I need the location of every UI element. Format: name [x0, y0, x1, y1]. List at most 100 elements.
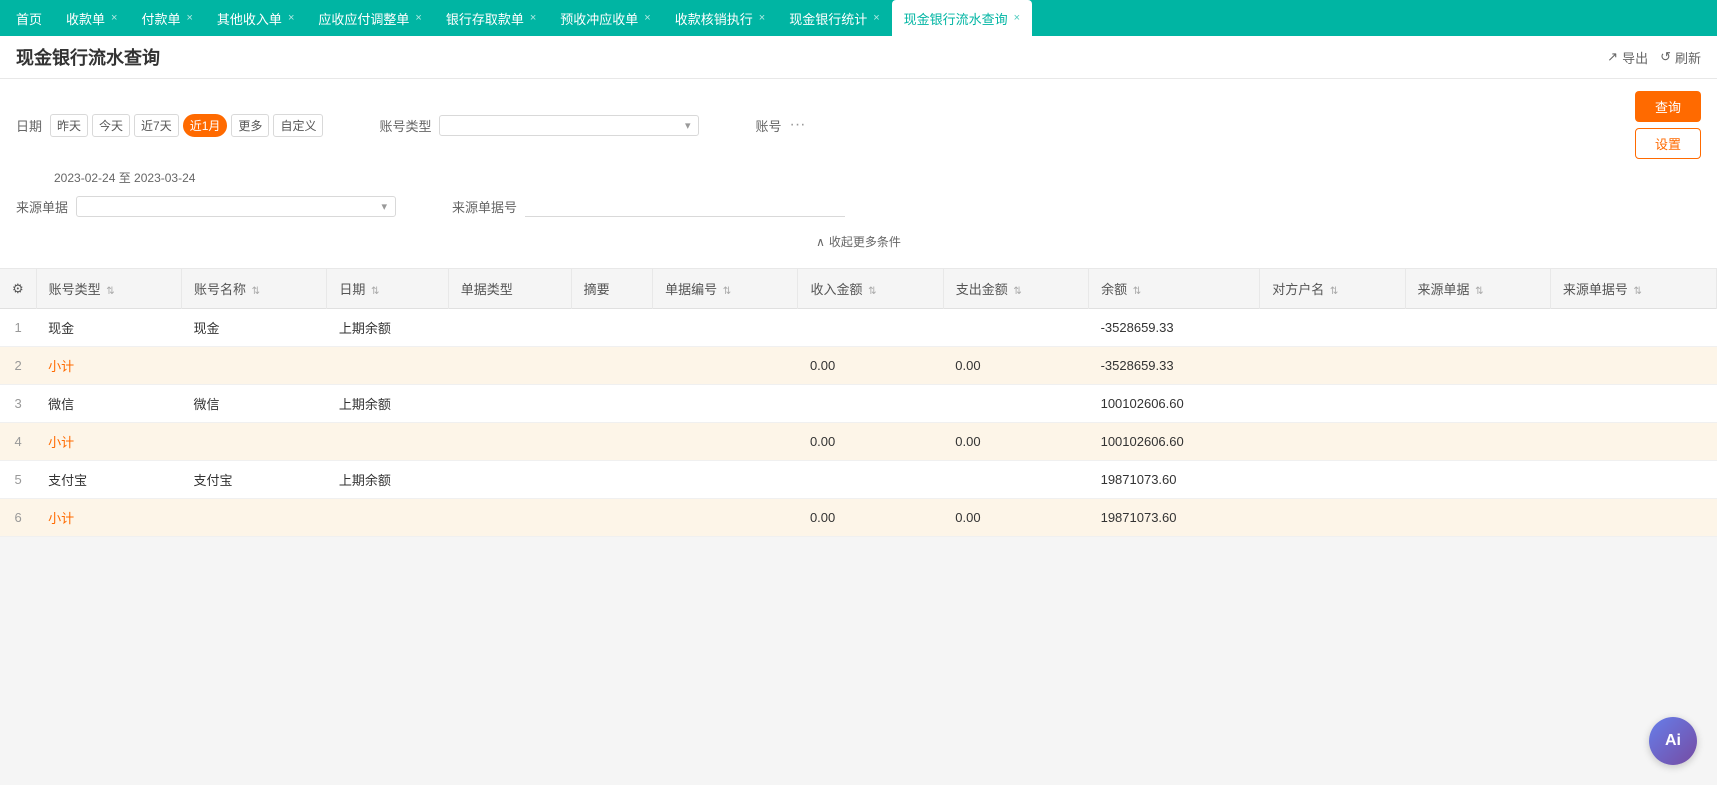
sort-account-name-icon[interactable]: ⇅ — [252, 286, 260, 297]
sort-balance-icon[interactable]: ⇅ — [1133, 286, 1141, 297]
sort-source-doc-no-icon[interactable]: ⇅ — [1633, 286, 1641, 297]
table-cell: 3 — [0, 385, 36, 423]
nav-bank-deposit-label: 银行存取款单 — [446, 9, 524, 28]
table-cell: 上期余额 — [327, 461, 448, 499]
table-row[interactable]: 5支付宝支付宝上期余额19871073.60 — [0, 461, 1717, 499]
table-cell — [1260, 461, 1405, 499]
nav-receipt[interactable]: 收款单 × — [54, 0, 129, 36]
nav-home-label: 首页 — [16, 9, 42, 28]
source-doc-select[interactable]: ▾ — [76, 196, 396, 217]
table-cell: 小计 — [36, 499, 181, 537]
sort-doc-no-icon[interactable]: ⇅ — [723, 286, 731, 297]
table-row[interactable]: 1现金现金上期余额-3528659.33 — [0, 309, 1717, 347]
nav-collection-exec-close[interactable]: × — [759, 12, 765, 24]
page-title: 现金银行流水查询 — [16, 44, 160, 70]
date-btn-1month[interactable]: 近1月 — [183, 114, 228, 137]
sort-counterparty-icon[interactable]: ⇅ — [1330, 286, 1338, 297]
table-cell: 微信 — [181, 385, 326, 423]
nav-bank-deposit-close[interactable]: × — [530, 12, 536, 24]
collapse-bar[interactable]: ∧ 收起更多条件 — [16, 227, 1701, 256]
sort-source-doc-icon[interactable]: ⇅ — [1475, 286, 1483, 297]
refresh-icon: ↺ — [1660, 49, 1671, 65]
date-btn-more[interactable]: 更多 — [231, 114, 269, 137]
account-label: 账号 — [755, 116, 781, 135]
export-label: 导出 — [1622, 48, 1648, 67]
table-cell — [1260, 423, 1405, 461]
table-cell: 微信 — [36, 385, 181, 423]
table-cell: 上期余额 — [327, 309, 448, 347]
date-btn-custom[interactable]: 自定义 — [273, 114, 323, 137]
ai-assistant-button[interactable]: Ai — [1649, 717, 1697, 765]
nav-bank-flow[interactable]: 现金银行流水查询 × — [892, 0, 1032, 36]
nav-ar-ap-adjust-label: 应收应付调整单 — [318, 9, 409, 28]
nav-bank-stats-close[interactable]: × — [873, 12, 879, 24]
date-range-text: 2023-02-24 至 2023-03-24 — [54, 171, 195, 185]
table-settings-icon[interactable]: ⚙ — [0, 269, 36, 309]
query-button[interactable]: 查询 — [1635, 91, 1701, 122]
nav-receipt-label: 收款单 — [66, 9, 105, 28]
export-button[interactable]: ↗ 导出 — [1607, 48, 1648, 67]
filter-row-2: 来源单据 ▾ 来源单据号 — [16, 196, 1701, 217]
col-expense: 支出金额 ⇅ — [943, 269, 1088, 309]
nav-collection-exec[interactable]: 收款核销执行 × — [663, 0, 777, 36]
nav-bank-flow-label: 现金银行流水查询 — [904, 9, 1008, 28]
table-cell: 1 — [0, 309, 36, 347]
source-doc-no-input[interactable] — [525, 197, 845, 217]
refresh-button[interactable]: ↺ 刷新 — [1660, 48, 1701, 67]
sort-date-icon[interactable]: ⇅ — [371, 286, 379, 297]
account-type-select[interactable]: ▾ — [439, 115, 699, 136]
date-btn-yesterday[interactable]: 昨天 — [50, 114, 88, 137]
nav-other-income-close[interactable]: × — [288, 12, 294, 24]
nav-advance-offset-label: 预收冲应收单 — [560, 9, 638, 28]
ai-label: Ai — [1665, 732, 1681, 750]
setting-button[interactable]: 设置 — [1635, 128, 1701, 159]
export-icon: ↗ — [1607, 49, 1618, 65]
nav-bank-flow-close[interactable]: × — [1014, 12, 1020, 24]
nav-home[interactable]: 首页 — [4, 0, 54, 36]
table-cell: 现金 — [181, 309, 326, 347]
table-row[interactable]: 2小计0.000.00-3528659.33 — [0, 347, 1717, 385]
refresh-label: 刷新 — [1675, 48, 1701, 67]
col-doc-type: 单据类型 — [448, 269, 571, 309]
collapse-up-icon: ∧ — [816, 235, 825, 249]
table-cell — [448, 347, 571, 385]
table-cell — [653, 347, 798, 385]
nav-advance-offset-close[interactable]: × — [644, 12, 650, 24]
nav-other-income[interactable]: 其他收入单 × — [205, 0, 306, 36]
sort-income-icon[interactable]: ⇅ — [868, 286, 876, 297]
table-cell — [571, 499, 652, 537]
account-type-arrow-icon: ▾ — [685, 119, 691, 132]
table-row[interactable]: 6小计0.000.0019871073.60 — [0, 499, 1717, 537]
col-doc-no: 单据编号 ⇅ — [653, 269, 798, 309]
nav-bank-deposit[interactable]: 银行存取款单 × — [434, 0, 548, 36]
nav-receipt-close[interactable]: × — [111, 12, 117, 24]
col-account-type: 账号类型 ⇅ — [36, 269, 181, 309]
nav-bank-stats[interactable]: 现金银行统计 × — [777, 0, 891, 36]
table-row[interactable]: 3微信微信上期余额100102606.60 — [0, 385, 1717, 423]
nav-ar-ap-adjust-close[interactable]: × — [415, 12, 421, 24]
account-more-icon[interactable]: ··· — [789, 116, 805, 134]
table-cell — [571, 461, 652, 499]
table-cell: 0.00 — [943, 499, 1088, 537]
nav-advance-offset[interactable]: 预收冲应收单 × — [548, 0, 662, 36]
date-btn-today[interactable]: 今天 — [92, 114, 130, 137]
sort-account-type-icon[interactable]: ⇅ — [106, 286, 114, 297]
table-cell — [1260, 385, 1405, 423]
nav-ar-ap-adjust[interactable]: 应收应付调整单 × — [306, 0, 433, 36]
table-cell — [653, 385, 798, 423]
table-cell — [448, 309, 571, 347]
col-summary: 摘要 — [571, 269, 652, 309]
top-navigation: 首页 收款单 × 付款单 × 其他收入单 × 应收应付调整单 × 银行存取款单 … — [0, 0, 1717, 36]
collapse-label: 收起更多条件 — [829, 233, 901, 250]
table-cell — [1550, 461, 1716, 499]
date-btn-7days[interactable]: 近7天 — [134, 114, 179, 137]
table-row[interactable]: 4小计0.000.00100102606.60 — [0, 423, 1717, 461]
table-cell: 0.00 — [943, 423, 1088, 461]
table-cell: 0.00 — [798, 423, 943, 461]
nav-payment-close[interactable]: × — [186, 12, 192, 24]
date-filter-label: 日期 — [16, 116, 42, 135]
nav-payment[interactable]: 付款单 × — [129, 0, 204, 36]
sort-expense-icon[interactable]: ⇅ — [1013, 286, 1021, 297]
table-cell: 小计 — [36, 347, 181, 385]
table-cell: 小计 — [36, 423, 181, 461]
